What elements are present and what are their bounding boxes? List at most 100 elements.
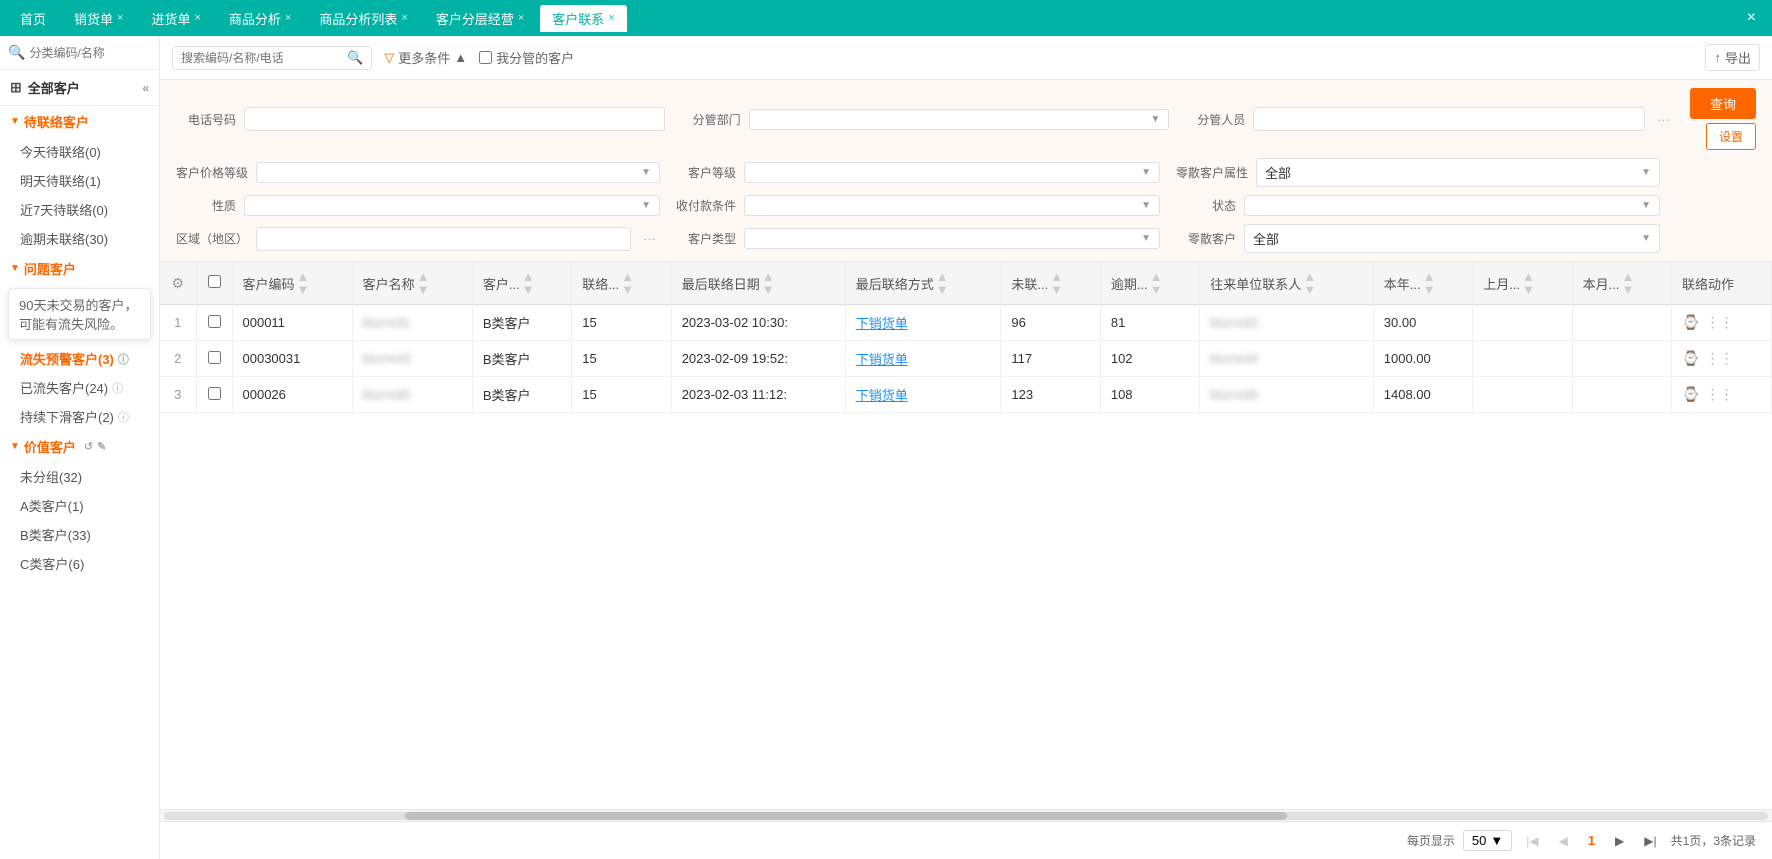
my-customers-checkbox[interactable] — [479, 51, 492, 64]
row-overdue-1: 81 — [1100, 305, 1199, 341]
sidebar-item-overdue[interactable]: 逾期未联络(30) — [0, 224, 159, 253]
filter-nature-select[interactable]: ▼ — [244, 195, 660, 216]
row-select-checkbox-1[interactable] — [208, 315, 221, 328]
region-dots-icon[interactable]: ··· — [639, 231, 660, 246]
sidebar-item-tomorrow[interactable]: 明天待联络(1) — [0, 166, 159, 195]
filter-price-grade-select[interactable]: ▼ — [256, 162, 660, 183]
sort-contact[interactable]: 联络... ▲▼ — [582, 270, 660, 296]
row-uncontacted-2: 117 — [1001, 341, 1100, 377]
sidebar-item-class-a[interactable]: A类客户(1) — [0, 491, 159, 520]
row-name-1: blurred1 — [352, 305, 472, 341]
prev-page-button[interactable]: ◀ — [1553, 832, 1574, 850]
sort-overdue[interactable]: 逾期... ▲▼ — [1111, 270, 1189, 296]
more-icon-3[interactable]: ⋮⋮ — [1705, 386, 1733, 403]
refresh-icon[interactable]: ↺ — [84, 440, 93, 453]
sidebar-all-customers[interactable]: ⊞ 全部客户 « — [0, 70, 159, 106]
sort-arrows-unit: ▲▼ — [1303, 270, 1316, 296]
next-page-button[interactable]: ▶ — [1609, 832, 1630, 850]
contact-icon-3[interactable]: ⌚ — [1682, 386, 1699, 403]
sort-customer-type[interactable]: 客户... ▲▼ — [483, 270, 561, 296]
export-button[interactable]: ↑ 导出 — [1705, 44, 1760, 71]
edit-icon[interactable]: ✎ — [97, 440, 106, 453]
horizontal-scrollbar[interactable] — [160, 809, 1772, 821]
collapse-icon: « — [142, 81, 149, 95]
contact-method-link-1[interactable]: 下销货单 — [856, 316, 908, 331]
contact-method-link-3[interactable]: 下销货单 — [856, 388, 908, 403]
sort-last-contact-method[interactable]: 最后联络方式 ▲▼ — [856, 270, 991, 296]
manager-dots-icon[interactable]: ··· — [1653, 112, 1674, 127]
close-product-analysis-icon[interactable]: × — [285, 12, 291, 24]
row-type-1: B类客户 — [472, 305, 571, 341]
info-icon-3: ⓘ — [118, 409, 129, 425]
sidebar-group-problem[interactable]: ▼ 问题客户 — [0, 253, 159, 284]
action-buttons: 查询 设置 — [1690, 88, 1756, 150]
column-settings-icon[interactable]: ⚙ — [171, 275, 184, 291]
close-purchase-icon[interactable]: × — [194, 12, 200, 24]
sort-customer-code[interactable]: 客户编码 ▲▼ — [243, 270, 342, 296]
row-select-checkbox-2[interactable] — [208, 351, 221, 364]
sidebar-item-declining[interactable]: 持续下滑客户(2) ⓘ — [0, 402, 159, 431]
row-select-checkbox-3[interactable] — [208, 387, 221, 400]
more-filters-button[interactable]: ▽ 更多条件 ▲ — [384, 48, 467, 67]
filter-phone-input[interactable] — [244, 107, 665, 131]
nav-sales[interactable]: 销货单 × — [62, 5, 135, 32]
col-customer-type: 客户... ▲▼ — [472, 262, 571, 305]
sort-last-month[interactable]: 上月... ▲▼ — [1483, 270, 1561, 296]
sort-last-contact-date[interactable]: 最后联络日期 ▲▼ — [682, 270, 835, 296]
nav-customer-contact[interactable]: 客户联系 × — [540, 5, 626, 32]
sort-uncontacted[interactable]: 未联... ▲▼ — [1011, 270, 1089, 296]
sort-this-month[interactable]: 本月... ▲▼ — [1583, 270, 1661, 296]
per-page-select[interactable]: 50 ▼ — [1463, 830, 1512, 851]
filter-status-select[interactable]: ▼ — [1244, 195, 1660, 216]
sort-this-year[interactable]: 本年... ▲▼ — [1384, 270, 1462, 296]
contact-icon-2[interactable]: ⌚ — [1682, 350, 1699, 367]
nav-purchase[interactable]: 进货单 × — [139, 5, 212, 32]
filter-manager-input[interactable] — [1253, 107, 1645, 131]
sidebar-search-input[interactable] — [29, 46, 160, 60]
nav-customer-tier[interactable]: 客户分层经营 × — [424, 5, 536, 32]
filter-payment-select[interactable]: ▼ — [744, 195, 1160, 216]
retail-attr-dropdown-icon: ▼ — [1641, 167, 1651, 178]
sidebar-item-unclassified[interactable]: 未分组(32) — [0, 462, 159, 491]
sidebar-group-value[interactable]: ▼ 价值客户 ↺ ✎ — [0, 431, 159, 462]
filter-retail-cust-label: 零散客户 — [1176, 230, 1236, 247]
window-close-button[interactable]: × — [1739, 9, 1764, 27]
row-num-3: 3 — [160, 377, 196, 413]
sidebar-item-7days[interactable]: 近7天待联络(0) — [0, 195, 159, 224]
filter-search-input[interactable] — [181, 51, 341, 65]
nav-product-analysis[interactable]: 商品分析 × — [217, 5, 303, 32]
contact-icon-1[interactable]: ⌚ — [1682, 314, 1699, 331]
sidebar-item-churned[interactable]: 已流失客户(24) ⓘ — [0, 373, 159, 402]
filter-region-input[interactable] — [256, 227, 631, 251]
filter-dept-select[interactable]: ▼ — [749, 109, 1170, 130]
close-customer-tier-icon[interactable]: × — [518, 12, 524, 24]
filter-retail-cust-select[interactable]: 全部 ▼ — [1244, 224, 1660, 253]
settings-button[interactable]: 设置 — [1706, 123, 1756, 150]
arrow-icon-3: ▼ — [10, 441, 20, 452]
sidebar-item-churn-warning[interactable]: 流失预警客户(3) ⓘ — [0, 344, 159, 373]
sidebar-item-today[interactable]: 今天待联络(0) — [0, 137, 159, 166]
first-page-button[interactable]: |◀ — [1520, 832, 1544, 850]
more-icon-2[interactable]: ⋮⋮ — [1705, 350, 1733, 367]
contact-method-link-2[interactable]: 下销货单 — [856, 352, 908, 367]
close-sales-icon[interactable]: × — [117, 12, 123, 24]
sidebar-item-class-b[interactable]: B类客户(33) — [0, 520, 159, 549]
nav-home[interactable]: 首页 — [8, 5, 58, 32]
close-product-analysis-list-icon[interactable]: × — [401, 12, 407, 24]
more-icon-1[interactable]: ⋮⋮ — [1705, 314, 1733, 331]
scroll-track — [164, 812, 1768, 820]
close-customer-contact-icon[interactable]: × — [608, 12, 614, 24]
sort-unit-contact[interactable]: 往来单位联系人 ▲▼ — [1210, 270, 1363, 296]
query-button[interactable]: 查询 — [1690, 88, 1756, 119]
sidebar-item-class-c[interactable]: C类客户(6) — [0, 549, 159, 578]
filter-retail-attr-select[interactable]: 全部 ▼ — [1256, 158, 1660, 187]
pagination-bar: 每页显示 50 ▼ |◀ ◀ 1 ▶ ▶| 共1页，3条记录 — [160, 821, 1772, 859]
filter-cust-type-select[interactable]: ▼ — [744, 228, 1160, 249]
last-page-button[interactable]: ▶| — [1638, 832, 1662, 850]
select-all-checkbox[interactable] — [208, 275, 221, 288]
sort-customer-name[interactable]: 客户名称 ▲▼ — [363, 270, 462, 296]
sidebar-group-pending[interactable]: ▼ 待联络客户 — [0, 106, 159, 137]
nav-product-analysis-list[interactable]: 商品分析列表 × — [307, 5, 419, 32]
filter-cust-grade-select[interactable]: ▼ — [744, 162, 1160, 183]
filter-search-button[interactable]: 🔍 — [347, 50, 363, 66]
